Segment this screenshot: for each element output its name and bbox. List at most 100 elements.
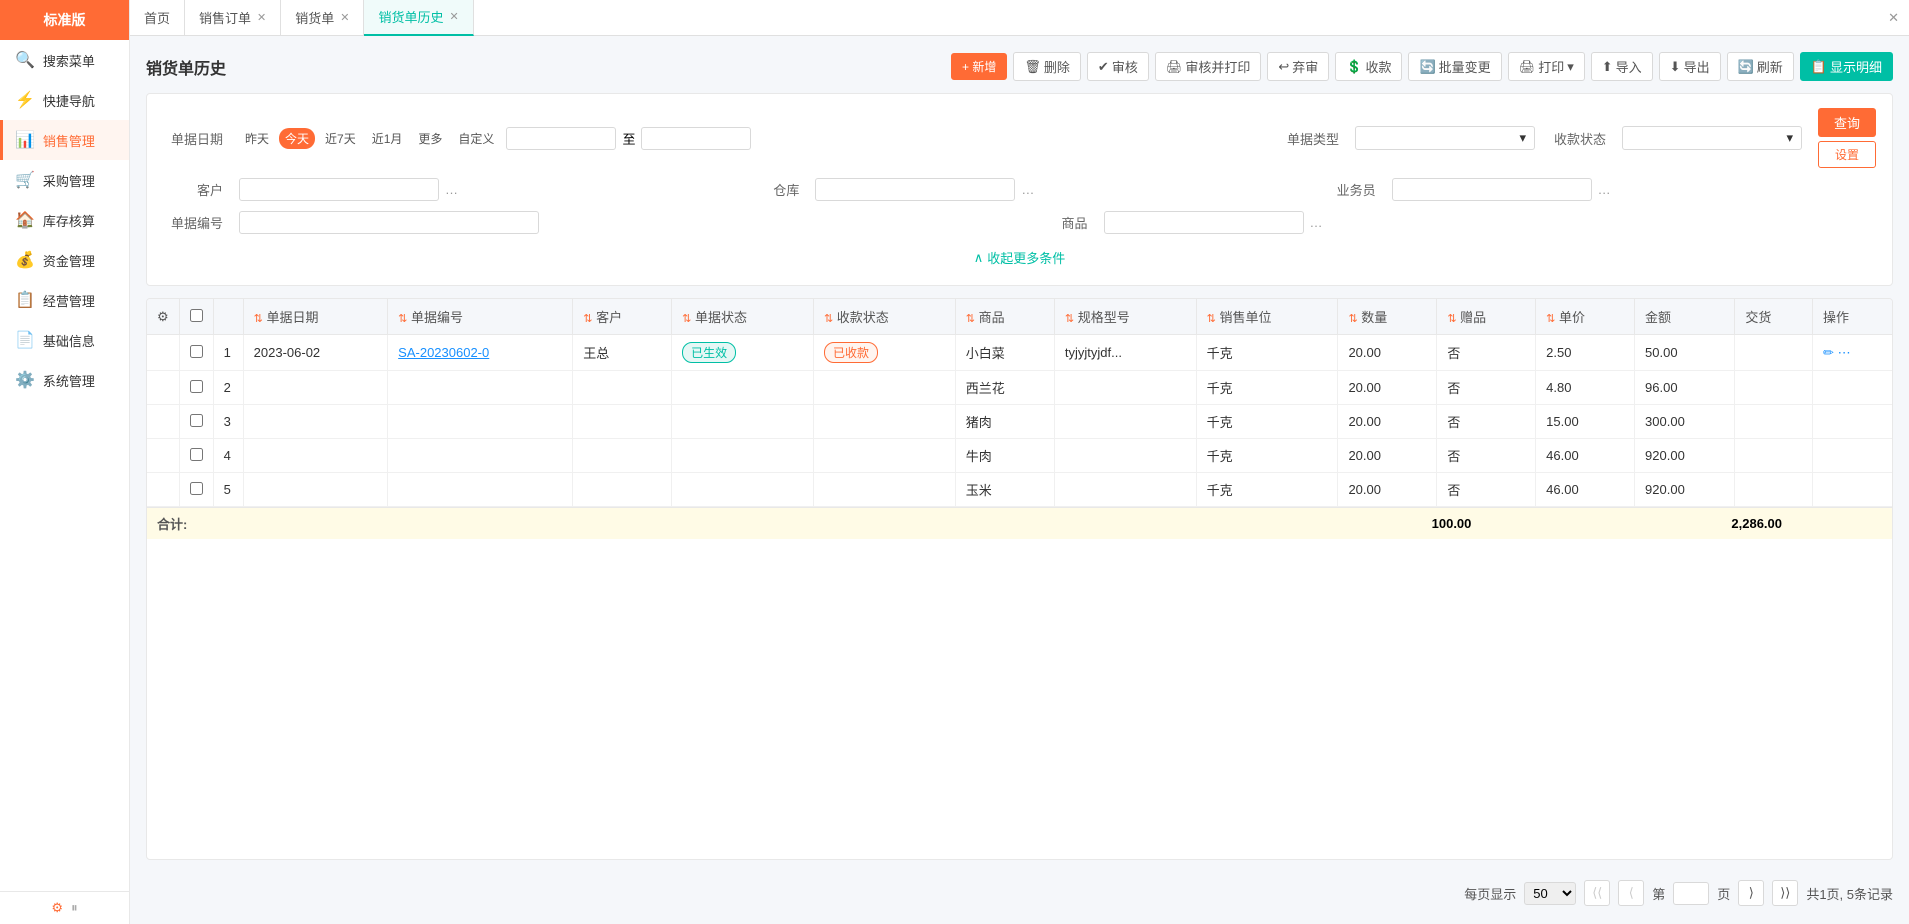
- tab-sales-delivery-close[interactable]: ✕: [340, 11, 349, 24]
- col-unit[interactable]: ⇅ 销售单位: [1196, 299, 1338, 335]
- cell-amount: 96.00: [1635, 371, 1735, 405]
- cell-checkbox[interactable]: [179, 473, 213, 507]
- shortcut-more[interactable]: 更多: [412, 128, 448, 149]
- edit-action[interactable]: ✏: [1823, 345, 1834, 360]
- sidebar-item-basic[interactable]: 📄 基础信息: [0, 320, 129, 360]
- customer-more-icon[interactable]: …: [445, 182, 458, 197]
- col-price[interactable]: ⇅ 单价: [1536, 299, 1635, 335]
- print-button[interactable]: 🖨 打印 ▾: [1508, 52, 1585, 81]
- shortcut-custom[interactable]: 自定义: [452, 128, 500, 149]
- sidebar-item-finance[interactable]: 💰 资金管理: [0, 240, 129, 280]
- sidebar-settings-icon[interactable]: ⚙: [51, 900, 63, 916]
- cell-gear: [147, 473, 179, 507]
- cell-docno[interactable]: SA-20230602-0: [388, 335, 573, 371]
- cell-docno[interactable]: [388, 371, 573, 405]
- tab-sales-order-close[interactable]: ✕: [257, 11, 266, 24]
- warehouse-input[interactable]: [815, 178, 1015, 201]
- col-customer[interactable]: ⇅ 客户: [573, 299, 672, 335]
- delete-button[interactable]: 🗑 删除: [1013, 52, 1081, 81]
- cell-checkbox[interactable]: [179, 371, 213, 405]
- doc-type-select[interactable]: ▾: [1355, 126, 1535, 150]
- setup-button[interactable]: 设置: [1818, 141, 1876, 168]
- prev-page-btn[interactable]: ⟨: [1618, 880, 1644, 906]
- tab-sales-history-close[interactable]: ✕: [450, 10, 459, 23]
- salesperson-more-icon[interactable]: …: [1598, 182, 1611, 197]
- doc-no-input[interactable]: [239, 211, 539, 234]
- refresh-button[interactable]: 🔄 刷新: [1727, 52, 1794, 81]
- shortcut-7days[interactable]: 近7天: [319, 128, 362, 149]
- current-page-input[interactable]: 1: [1673, 882, 1709, 905]
- row-checkbox[interactable]: [190, 448, 203, 461]
- date-from-input[interactable]: 2023-06-02: [506, 127, 616, 150]
- customer-input[interactable]: [239, 178, 439, 201]
- new-button[interactable]: + 新增: [951, 53, 1007, 80]
- shortcut-today[interactable]: 今天: [279, 128, 315, 149]
- sidebar-item-quick-nav[interactable]: ⚡ 快捷导航: [0, 80, 129, 120]
- per-page-select[interactable]: 50 100 200: [1524, 882, 1576, 905]
- row-checkbox[interactable]: [190, 380, 203, 393]
- tab-home[interactable]: 首页: [130, 0, 185, 36]
- goods-input[interactable]: [1104, 211, 1304, 234]
- goods-more-icon[interactable]: …: [1310, 215, 1323, 230]
- cell-gear: [147, 335, 179, 371]
- next-page-btn[interactable]: ⟩: [1738, 880, 1764, 906]
- col-qty[interactable]: ⇅ 数量: [1338, 299, 1437, 335]
- audit-print-button[interactable]: 🖨 审核并打印: [1155, 52, 1262, 81]
- audit-button[interactable]: ✔ 审核: [1087, 52, 1149, 81]
- warehouse-more-icon[interactable]: …: [1021, 182, 1034, 197]
- row-checkbox[interactable]: [190, 414, 203, 427]
- col-gift[interactable]: ⇅ 赠品: [1437, 299, 1536, 335]
- cell-docno[interactable]: [388, 405, 573, 439]
- col-checkbox[interactable]: [179, 299, 213, 335]
- col-goods[interactable]: ⇅ 商品: [955, 299, 1054, 335]
- sidebar-item-system[interactable]: ⚙️ 系统管理: [0, 360, 129, 400]
- col-gear[interactable]: ⚙: [147, 299, 179, 335]
- col-docno[interactable]: ⇅ 单据编号: [388, 299, 573, 335]
- sidebar-item-stock[interactable]: 🏠 库存核算: [0, 200, 129, 240]
- sort-icon: ⇅: [1207, 313, 1216, 325]
- tab-bar-close[interactable]: ✕: [1888, 10, 1909, 26]
- tab-sales-delivery[interactable]: 销货单 ✕: [281, 0, 364, 36]
- sidebar-item-operation[interactable]: 📋 经营管理: [0, 280, 129, 320]
- date-to-input[interactable]: 2023-06-02: [641, 127, 751, 150]
- query-button[interactable]: 查询: [1818, 108, 1876, 137]
- col-spec[interactable]: ⇅ 规格型号: [1054, 299, 1196, 335]
- cell-checkbox[interactable]: [179, 439, 213, 473]
- salesperson-input[interactable]: [1392, 178, 1592, 201]
- tab-sales-order[interactable]: 销售订单 ✕: [185, 0, 281, 36]
- collect-button[interactable]: 💲 收款: [1335, 52, 1402, 81]
- col-docstatus[interactable]: ⇅ 单据状态: [672, 299, 814, 335]
- doc-type-label: 单据类型: [1284, 129, 1339, 148]
- shortcut-1month[interactable]: 近1月: [366, 128, 409, 149]
- export-button[interactable]: ⬇ 导出: [1659, 52, 1721, 81]
- cell-transaction: [1735, 473, 1813, 507]
- salesperson-field: …: [1392, 178, 1876, 201]
- discard-button[interactable]: ↩ 弃审: [1267, 52, 1329, 81]
- cell-docno[interactable]: [388, 473, 573, 507]
- batch-change-button[interactable]: 🔄 批量变更: [1408, 52, 1501, 81]
- cell-checkbox[interactable]: [179, 335, 213, 371]
- sidebar-collapse-icon[interactable]: ⏸: [71, 900, 78, 916]
- row-checkbox[interactable]: [190, 345, 203, 358]
- tab-sales-history[interactable]: 销货单历史 ✕: [364, 0, 473, 36]
- cell-checkbox[interactable]: [179, 405, 213, 439]
- import-button[interactable]: ⬆ 导入: [1591, 52, 1653, 81]
- col-date[interactable]: ⇅ 单据日期: [243, 299, 388, 335]
- sidebar-item-label: 经营管理: [43, 291, 95, 310]
- more-action[interactable]: ⋯: [1838, 345, 1851, 360]
- pay-status-select[interactable]: ▾: [1622, 126, 1802, 150]
- sidebar-item-search-menu[interactable]: 🔍 搜索菜单: [0, 40, 129, 80]
- show-detail-button[interactable]: 📋 显示明细: [1800, 52, 1893, 81]
- sidebar-item-sales[interactable]: 📊 销售管理: [0, 120, 129, 160]
- shortcut-yesterday[interactable]: 昨天: [239, 128, 275, 149]
- first-page-btn[interactable]: ⟨⟨: [1584, 880, 1610, 906]
- cell-unit: 千克: [1196, 473, 1338, 507]
- cell-docno[interactable]: [388, 439, 573, 473]
- col-paystatus[interactable]: ⇅ 收款状态: [813, 299, 955, 335]
- collapse-btn[interactable]: ∧ 收起更多条件: [163, 244, 1876, 271]
- sidebar-item-purchase[interactable]: 🛒 采购管理: [0, 160, 129, 200]
- row-checkbox[interactable]: [190, 482, 203, 495]
- sort-icon: ⇅: [1546, 313, 1555, 325]
- last-page-btn[interactable]: ⟩⟩: [1772, 880, 1798, 906]
- select-all-checkbox[interactable]: [190, 309, 203, 322]
